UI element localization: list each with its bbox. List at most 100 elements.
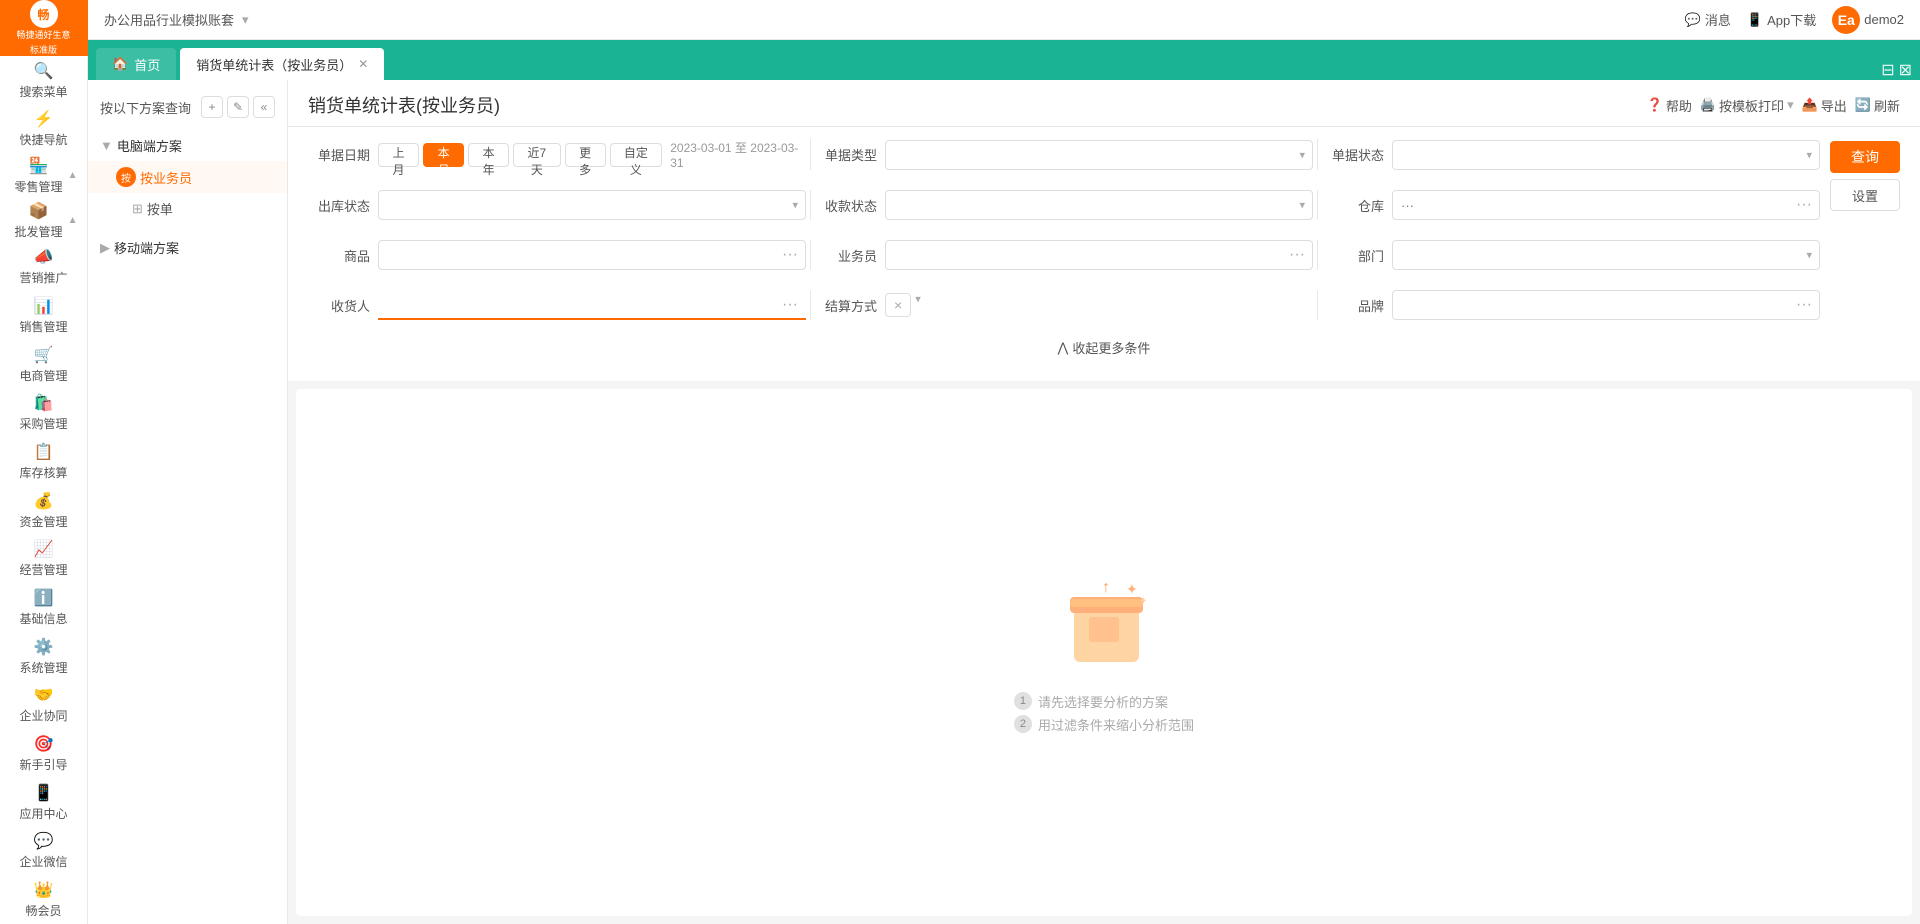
divider6 (1317, 240, 1318, 270)
tree-arrow-icon: ▼ (100, 138, 113, 153)
consignee-input[interactable] (378, 290, 806, 320)
print-button[interactable]: 🖨️ 按模板打印 ▾ (1700, 96, 1794, 115)
goods-input[interactable] (378, 240, 806, 270)
sidebar-item-wholesale[interactable]: 📦 批发管理 ▲ (0, 198, 88, 243)
tab-sales-stats[interactable]: 销货单统计表（按业务员） ✕ (180, 48, 384, 80)
crown-icon: 👑 (34, 880, 54, 900)
warehouse-input[interactable] (1392, 190, 1820, 220)
tab-home[interactable]: 🏠 首页 (96, 48, 176, 80)
sidebar-item-wechat[interactable]: 💬 企业微信 (0, 827, 88, 876)
sidebar-item-label: 电商管理 (19, 367, 67, 384)
date-last-7-button[interactable]: 近7天 (513, 143, 560, 167)
sidebar-item-member[interactable]: 👑 畅会员 (0, 875, 88, 924)
logo-sub: 标准版 (30, 43, 57, 56)
doc-type-select[interactable] (885, 140, 1313, 170)
edit-scheme-button[interactable]: ✎ (227, 96, 249, 118)
date-this-month-button[interactable]: 本月 (423, 143, 464, 167)
sidebar-item-stock[interactable]: 📋 库存核算 (0, 437, 88, 486)
sidebar-item-label: 资金管理 (19, 513, 67, 530)
tab-maximize-button[interactable]: ⊠ (1899, 60, 1912, 80)
date-last-month-button[interactable]: 上月 (378, 143, 419, 167)
message-button[interactable]: 💬 消息 (1685, 10, 1731, 29)
export-button[interactable]: 📤 导出 (1802, 96, 1847, 115)
svg-text:✦: ✦ (1139, 596, 1147, 607)
search-icon: 🔍 (34, 61, 54, 81)
sidebar-item-newbie[interactable]: 🎯 新手引导 (0, 729, 88, 778)
consignee-dots-icon: ··· (782, 296, 798, 314)
doc-status-select[interactable] (1392, 140, 1820, 170)
sidebar-item-app-center[interactable]: 📱 应用中心 (0, 778, 88, 827)
print-dropdown-icon[interactable]: ▾ (1787, 97, 1794, 113)
page-header: 销货单统计表(按业务员) ❓ 帮助 🖨️ 按模板打印 ▾ 📤 (288, 80, 1920, 127)
out-status-select[interactable] (378, 190, 806, 220)
brand-control: ··· (1392, 290, 1820, 320)
doc-status-label: 单据状态 (1322, 145, 1392, 164)
payment-method-tag: × (885, 293, 911, 317)
content-area: 按以下方案查询 + ✎ « ▼ 电脑端方案 按 (88, 80, 1920, 924)
logo-text: 畅捷通好生意 (16, 30, 70, 41)
tree-child-salesperson[interactable]: 按 按业务员 (88, 161, 287, 193)
logo[interactable]: 畅 畅捷通好生意 标准版 (0, 0, 88, 56)
sidebar-item-label: 畅会员 (25, 902, 61, 919)
message-icon: 💬 (1685, 12, 1701, 28)
collapse-up-icon: ⋀ (1058, 340, 1069, 356)
salesperson-input[interactable] (885, 240, 1313, 270)
consignee-control: ··· (378, 290, 806, 320)
filter-row-3: 商品 ··· 业务员 ··· 部 (308, 240, 1820, 270)
chevron-icon: ▲ (68, 215, 78, 226)
tree-mobile-parent[interactable]: ▶ 移动端方案 (88, 232, 287, 263)
logo-icon: 畅 (30, 0, 58, 28)
empty-hints: 1 请先选择要分析的方案 2 用过滤条件来缩小分析范围 (1014, 692, 1194, 734)
help-button[interactable]: ❓ 帮助 (1647, 96, 1692, 115)
tag-x-button[interactable]: × (894, 298, 902, 312)
tree-child-salesperson-label: 按业务员 (140, 168, 192, 187)
tab-minimize-button[interactable]: ⊟ (1881, 60, 1894, 80)
sidebar-item-system[interactable]: ⚙️ 系统管理 (0, 632, 88, 681)
sidebar-item-ecommerce[interactable]: 🛒 电商管理 (0, 340, 88, 389)
date-this-year-button[interactable]: 本年 (468, 143, 509, 167)
user-profile[interactable]: Ea demo2 (1832, 6, 1904, 34)
cart-icon: 🛒 (34, 345, 54, 365)
salesperson-dots-icon: ··· (1289, 246, 1305, 264)
sidebar-item-sales[interactable]: 📊 销售管理 (0, 291, 88, 340)
sidebar-item-operations[interactable]: 📈 经营管理 (0, 535, 88, 584)
add-scheme-button[interactable]: + (201, 96, 223, 118)
sidebar-item-retail[interactable]: 🏪 零售管理 ▲ (0, 153, 88, 198)
settings-button[interactable]: 设置 (1830, 179, 1900, 211)
download-icon: 📱 (1747, 12, 1763, 28)
tree-child-order[interactable]: ⊞ 按单 (88, 193, 287, 224)
hint-num-2: 2 (1014, 715, 1032, 733)
wechat-icon: 💬 (34, 831, 54, 851)
pay-status-select[interactable] (885, 190, 1313, 220)
collapse-panel-button[interactable]: « (253, 96, 275, 118)
collapse-button[interactable]: ⋀ 收起更多条件 (1046, 334, 1163, 361)
department-control: ▾ (1392, 240, 1820, 270)
tab-close-button[interactable]: ✕ (358, 57, 368, 71)
sidebar-item-marketing[interactable]: 📣 营销推广 (0, 242, 88, 291)
brand-input[interactable] (1392, 290, 1820, 320)
sidebar-item-basic-info[interactable]: ℹ️ 基础信息 (0, 583, 88, 632)
payment-method-label: 结算方式 (815, 296, 885, 315)
sidebar-item-label: 批发管理 (15, 223, 63, 240)
sidebar-item-finance[interactable]: 💰 资金管理 (0, 486, 88, 535)
date-custom-button[interactable]: 自定义 (610, 143, 663, 167)
tree-arrow-collapsed-icon: ▶ (100, 240, 110, 256)
date-more-button[interactable]: 更多 (565, 143, 606, 167)
out-status-label: 出库状态 (308, 196, 378, 215)
divider7 (810, 290, 811, 320)
department-select[interactable] (1392, 240, 1820, 270)
sidebar-item-enterprise[interactable]: 🤝 企业协同 (0, 681, 88, 730)
pay-status-label: 收款状态 (815, 196, 885, 215)
sidebar-item-quick-nav[interactable]: ⚡ 快捷导航 (0, 104, 88, 153)
payment-method-control: × ▾ (885, 293, 1313, 317)
query-button[interactable]: 查询 (1830, 141, 1900, 173)
sidebar-item-purchase[interactable]: 🛍️ 采购管理 (0, 389, 88, 438)
sidebar-item-search[interactable]: 🔍 搜索菜单 (0, 56, 88, 105)
tree-desktop-parent[interactable]: ▼ 电脑端方案 (88, 130, 287, 161)
suite-dropdown-arrow[interactable]: ▾ (242, 12, 249, 28)
out-status-control: ▾ (378, 190, 806, 220)
date-range-display: 2023-03-01 至 2023-03-31 (670, 139, 806, 170)
refresh-button[interactable]: 🔄 刷新 (1855, 96, 1900, 115)
app-download-button[interactable]: 📱 App下载 (1747, 10, 1816, 29)
sidebar-item-label: 零售管理 (15, 178, 63, 195)
